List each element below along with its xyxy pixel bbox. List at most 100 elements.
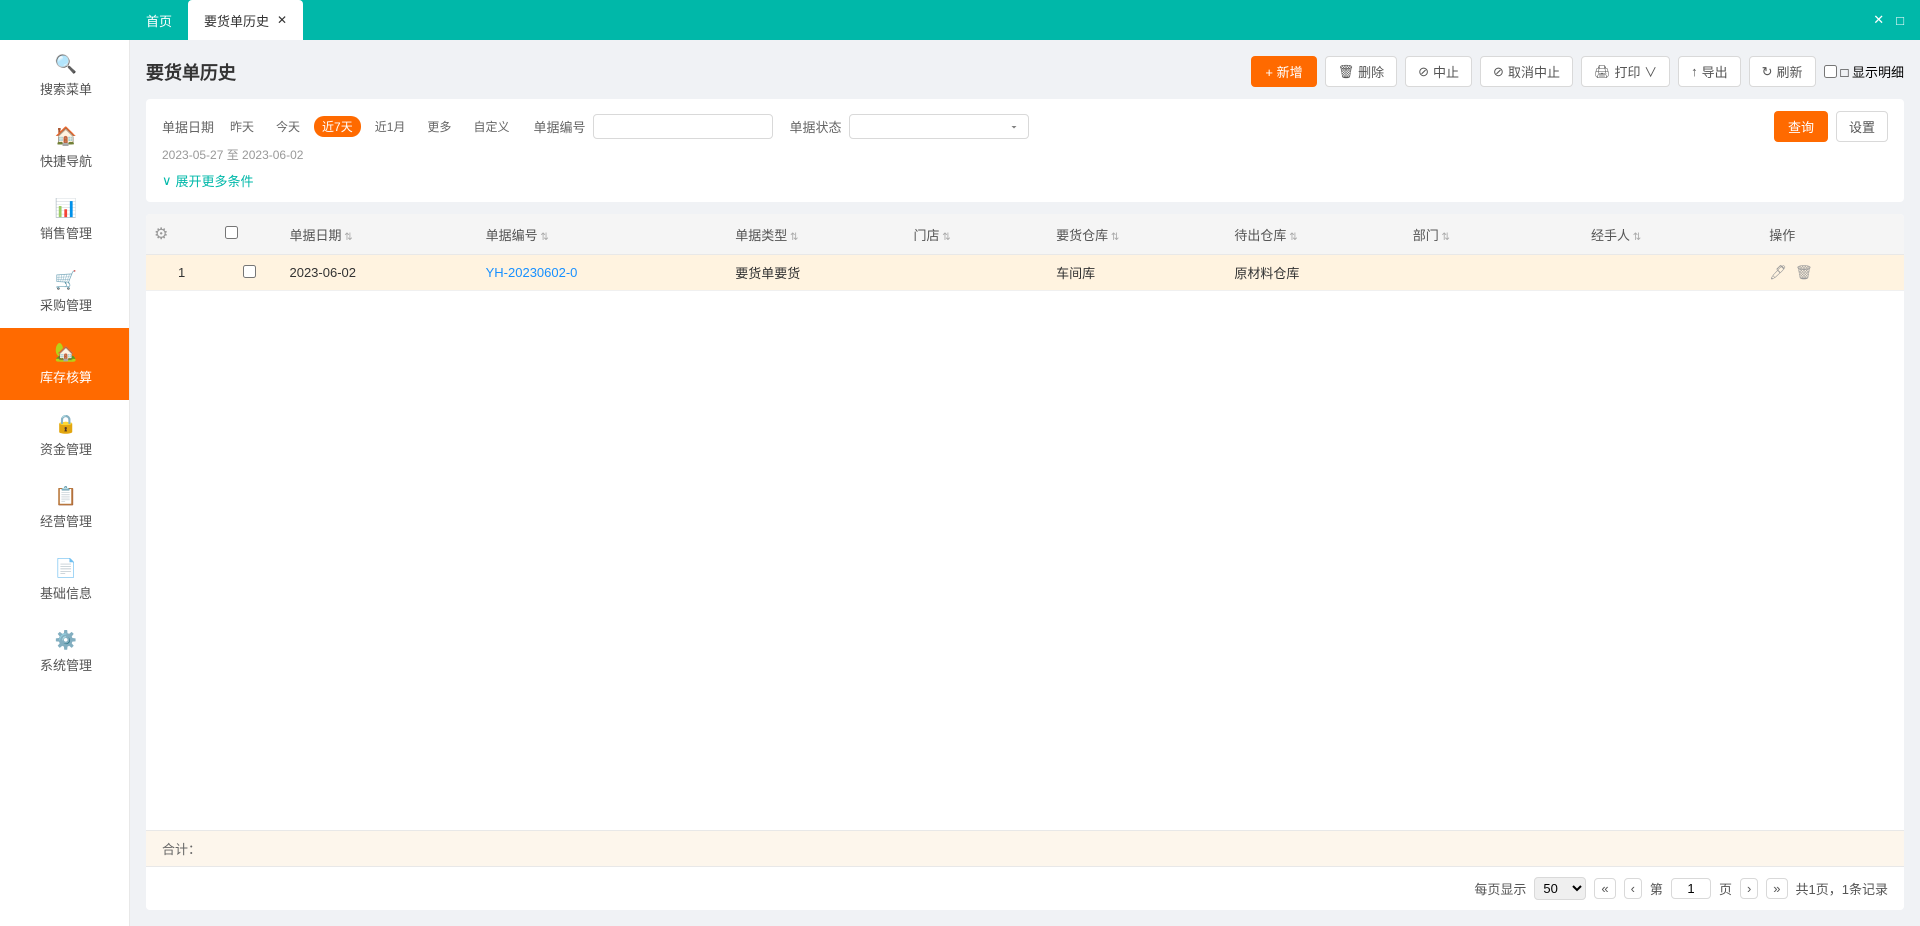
- col-op: 操作: [1761, 214, 1904, 255]
- query-button[interactable]: 查询: [1774, 111, 1828, 142]
- docnum-label: 单据编号: [533, 117, 585, 136]
- stop-button[interactable]: ⊘ 中止: [1405, 56, 1472, 87]
- sidebar-item-basic-info[interactable]: 📄 基础信息: [0, 544, 129, 616]
- per-page-select[interactable]: 50 20 100: [1534, 877, 1586, 900]
- purchase-mgmt-icon: 🛒: [55, 270, 77, 291]
- row-checkbox-cell: [217, 255, 281, 291]
- prev-page-button[interactable]: ‹: [1624, 878, 1642, 899]
- table-row: 1 2023-06-02 YH-20230602-0 要货单要货 车间库 原材料…: [146, 255, 1904, 291]
- sidebar-item-finance[interactable]: 🔒 资金管理: [0, 400, 129, 472]
- date-shortcuts: 昨天 今天 近7天 近1月 更多 自定义: [222, 116, 517, 137]
- top-bar-right: ✕ □: [1873, 12, 1920, 28]
- row-date: 2023-06-02: [281, 255, 477, 291]
- operations-icon: 📋: [55, 486, 77, 507]
- expand-label: 展开更多条件: [176, 171, 254, 190]
- print-button[interactable]: 🖨 打印 ∨: [1581, 56, 1670, 87]
- row-delete-icon[interactable]: 🗑: [1795, 264, 1813, 281]
- status-label: 单据状态: [789, 117, 841, 136]
- column-settings-icon[interactable]: ⚙: [154, 226, 168, 243]
- col-type[interactable]: 单据类型: [727, 214, 905, 255]
- date-filter: 单据日期 昨天 今天 近7天 近1月 更多 自定义: [162, 116, 517, 137]
- refresh-icon: ↻: [1762, 64, 1773, 80]
- row-handler: [1583, 255, 1761, 291]
- row-dept: [1405, 255, 1583, 291]
- per-page-label: 每页显示: [1474, 879, 1526, 898]
- pagination-bar: 每页显示 50 20 100 « ‹ 第 页 › » 共1页，1条记录: [146, 866, 1904, 910]
- show-detail-toggle[interactable]: □ 显示明细: [1824, 62, 1904, 81]
- print-icon: 🖨: [1594, 64, 1611, 80]
- table-container: ⚙ 单据日期 单据编号 单据类型 门店 要货仓库 待出仓库 部门: [146, 214, 1904, 910]
- system-mgmt-icon: ⚙️: [55, 630, 77, 651]
- quick-nav-icon: 🏠: [55, 126, 77, 147]
- tab-requisition-history[interactable]: 要货单历史 ✕: [188, 0, 303, 40]
- row-checkbox[interactable]: [243, 265, 256, 278]
- col-wait-wh[interactable]: 待出仓库: [1226, 214, 1404, 255]
- new-button[interactable]: + 新增: [1251, 56, 1316, 87]
- row-wait-wh: 原材料仓库: [1226, 255, 1404, 291]
- docnum-filter: 单据编号: [533, 114, 773, 139]
- row-store: [906, 255, 1049, 291]
- sidebar-item-inventory[interactable]: 🏡 库存核算: [0, 328, 129, 400]
- table-header-row: ⚙ 单据日期 单据编号 单据类型 门店 要货仓库 待出仓库 部门: [146, 214, 1904, 255]
- row-num-link[interactable]: YH-20230602-0: [486, 265, 578, 280]
- sidebar-item-search-menu[interactable]: 🔍 搜索菜单: [0, 40, 129, 112]
- cancel-stop-icon: ⊘: [1493, 64, 1504, 80]
- col-date[interactable]: 单据日期: [281, 214, 477, 255]
- next-page-button[interactable]: ›: [1740, 878, 1758, 899]
- tab-home[interactable]: 首页: [130, 0, 188, 40]
- sidebar-item-purchase-mgmt[interactable]: 🛒 采购管理: [0, 256, 129, 328]
- col-num[interactable]: 单据编号: [478, 214, 728, 255]
- finance-icon: 🔒: [55, 414, 77, 435]
- first-page-button[interactable]: «: [1594, 878, 1615, 899]
- docnum-input[interactable]: [593, 114, 773, 139]
- current-page-input[interactable]: [1671, 878, 1711, 899]
- shortcut-yesterday[interactable]: 昨天: [222, 116, 262, 137]
- tab-close-icon[interactable]: ✕: [277, 13, 287, 27]
- col-req-wh[interactable]: 要货仓库: [1048, 214, 1226, 255]
- page-header: 要货单历史 + 新增 🗑 🗑 删除 删除 ⊘ 中止 ⊘ 取消中止 🖨: [146, 56, 1904, 87]
- stop-icon: ⊘: [1418, 64, 1429, 80]
- window-close-icon[interactable]: ✕: [1873, 12, 1884, 28]
- show-detail-label: □ 显示明细: [1841, 62, 1904, 81]
- show-detail-checkbox[interactable]: [1824, 65, 1837, 78]
- col-store[interactable]: 门店: [906, 214, 1049, 255]
- shortcut-more[interactable]: 更多: [419, 116, 459, 137]
- row-index: 1: [146, 255, 217, 291]
- sidebar-item-operations[interactable]: 📋 经营管理: [0, 472, 129, 544]
- col-handler[interactable]: 经手人: [1583, 214, 1761, 255]
- sidebar-item-system-mgmt[interactable]: ⚙️ 系统管理: [0, 616, 129, 688]
- filter-actions: 查询 设置: [1774, 111, 1888, 142]
- window-maximize-icon[interactable]: □: [1896, 13, 1904, 28]
- page-unit-label: 页: [1719, 879, 1732, 898]
- shortcut-last7days[interactable]: 近7天: [314, 116, 361, 137]
- inventory-icon: 🏡: [55, 342, 77, 363]
- expand-filters-button[interactable]: ∨ 展开更多条件: [162, 171, 1888, 190]
- export-button[interactable]: ↑ 导出: [1678, 56, 1741, 87]
- refresh-button[interactable]: ↻ 刷新: [1749, 56, 1816, 87]
- total-info: 共1页，1条记录: [1796, 879, 1888, 898]
- top-bar: 首页 要货单历史 ✕ ✕ □: [0, 0, 1920, 40]
- shortcut-last1month[interactable]: 近1月: [367, 116, 414, 137]
- row-edit-icon[interactable]: 🖊: [1769, 264, 1787, 281]
- search-menu-icon: 🔍: [55, 54, 77, 75]
- col-dept[interactable]: 部门: [1405, 214, 1583, 255]
- col-checkbox: [217, 214, 281, 255]
- sidebar-item-quick-nav[interactable]: 🏠 快捷导航: [0, 112, 129, 184]
- data-table: ⚙ 单据日期 单据编号 单据类型 门店 要货仓库 待出仓库 部门: [146, 214, 1904, 291]
- select-all-checkbox[interactable]: [225, 226, 238, 239]
- cancel-stop-button[interactable]: ⊘ 取消中止: [1480, 56, 1573, 87]
- row-num: YH-20230602-0: [478, 255, 728, 291]
- page-label: 第: [1650, 879, 1663, 898]
- summary-label: 合计：: [162, 839, 201, 858]
- shortcut-custom[interactable]: 自定义: [465, 116, 517, 137]
- status-select[interactable]: [849, 114, 1029, 139]
- last-page-button[interactable]: »: [1766, 878, 1787, 899]
- sidebar-item-sales-mgmt[interactable]: 📊 销售管理: [0, 184, 129, 256]
- shortcut-today[interactable]: 今天: [268, 116, 308, 137]
- status-filter: 单据状态: [789, 114, 1029, 139]
- table-scroll[interactable]: ⚙ 单据日期 单据编号 单据类型 门店 要货仓库 待出仓库 部门: [146, 214, 1904, 830]
- delete-button[interactable]: 🗑 🗑 删除 删除: [1325, 56, 1398, 87]
- row-req-wh: 车间库: [1048, 255, 1226, 291]
- settings-button[interactable]: 设置: [1836, 111, 1888, 142]
- sales-mgmt-icon: 📊: [55, 198, 77, 219]
